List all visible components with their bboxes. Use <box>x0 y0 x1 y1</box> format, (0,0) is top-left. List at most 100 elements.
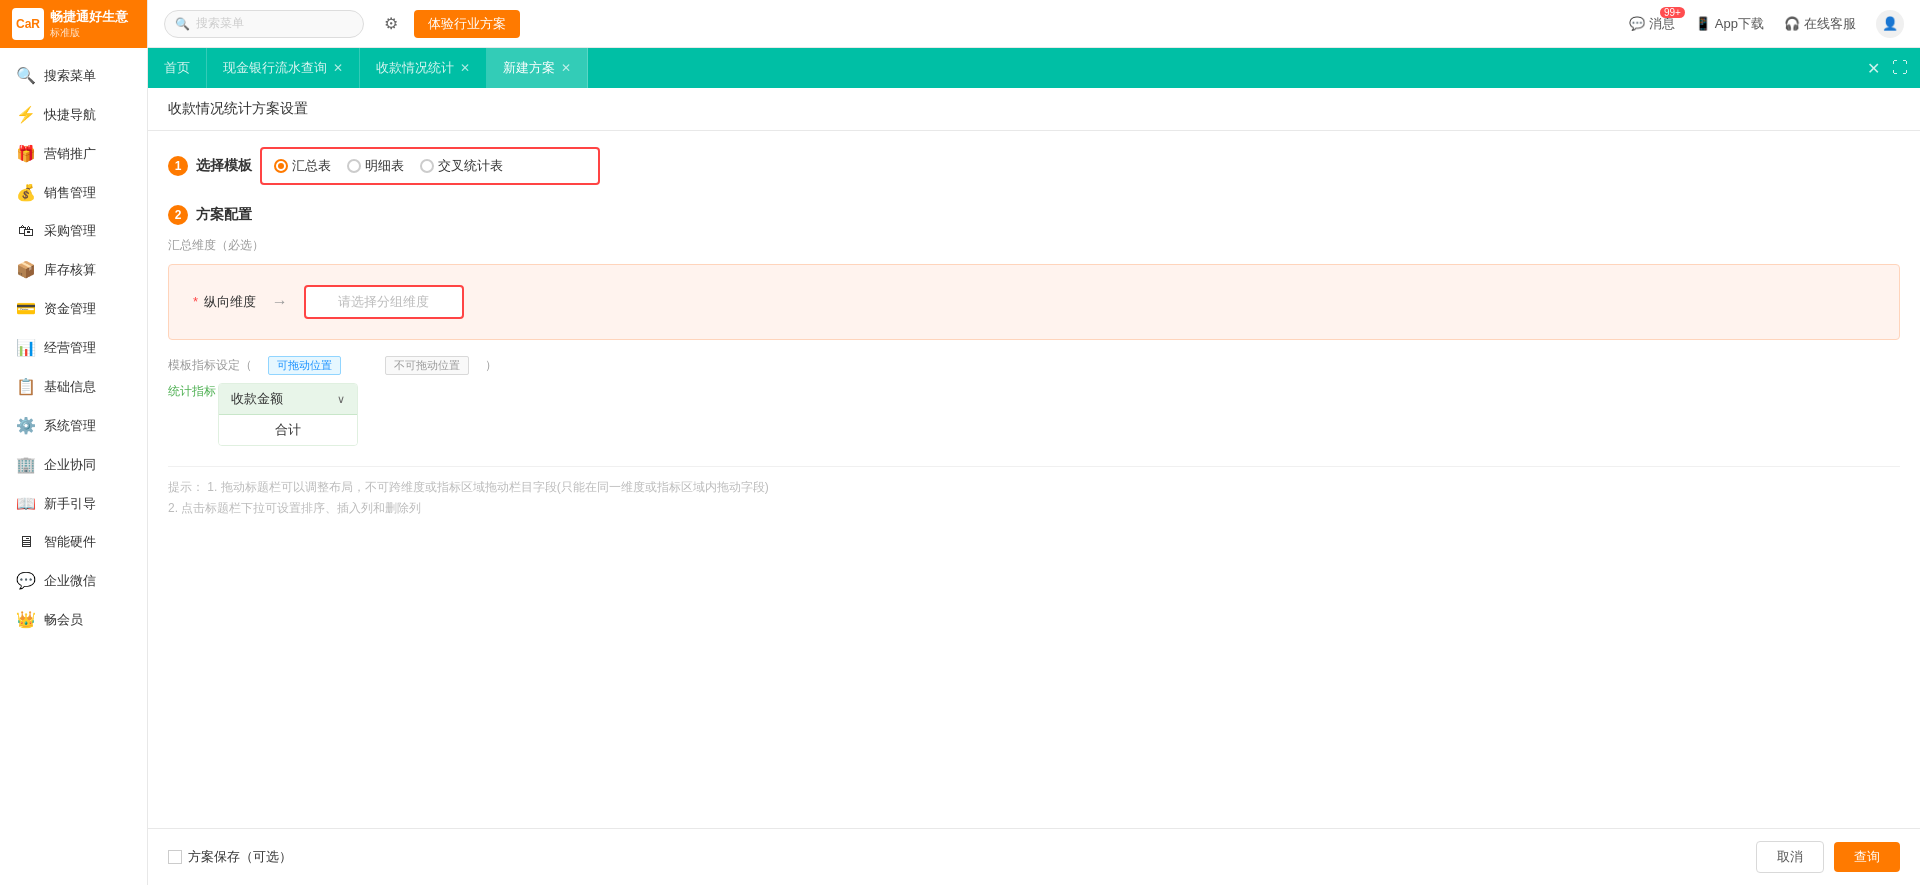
tab-new-plan[interactable]: 新建方案 ✕ <box>487 48 588 88</box>
settings-icon[interactable]: ⚙ <box>384 14 398 33</box>
sidebar-nav: 🔍 搜索菜单 ⚡ 快捷导航 🎁 营销推广 💰 销售管理 🛍 采购管理 📦 库存核… <box>0 48 147 885</box>
tab-collection-stat[interactable]: 收款情况统计 ✕ <box>360 48 487 88</box>
radio-cross-label: 交叉统计表 <box>438 157 503 175</box>
trial-button[interactable]: 体验行业方案 <box>414 10 520 38</box>
sidebar-item-purchase[interactable]: 🛍 采购管理 <box>0 212 147 250</box>
template-select-area: 汇总表 明细表 交叉统计表 <box>260 147 600 185</box>
sidebar-item-label: 新手引导 <box>44 495 96 513</box>
save-option[interactable]: 方案保存（可选） <box>168 848 292 866</box>
step1-number: 1 <box>168 156 188 176</box>
step2-number: 2 <box>168 205 188 225</box>
sidebar-item-corp-collab[interactable]: 🏢 企业协同 <box>0 445 147 484</box>
sidebar-item-label: 库存核算 <box>44 261 96 279</box>
book-icon: 📖 <box>16 494 36 513</box>
content-area: 收款情况统计方案设置 1 选择模板 汇总表 明细表 <box>148 88 1920 885</box>
tab-new-plan-close[interactable]: ✕ <box>561 61 571 75</box>
sidebar-item-operations[interactable]: 📊 经营管理 <box>0 328 147 367</box>
metrics-setting-label: 模板指标设定（ <box>168 357 252 374</box>
download-button[interactable]: 📱 App下载 <box>1695 15 1764 33</box>
metrics-body: 合计 <box>219 415 357 445</box>
close-tab-icon[interactable]: ✕ <box>1863 55 1884 82</box>
metrics-label-sep <box>357 357 369 374</box>
message-button[interactable]: 💬 消息 99+ <box>1629 15 1675 33</box>
download-icon: 📱 <box>1695 16 1711 31</box>
metrics-total: 合计 <box>275 422 301 437</box>
required-mark: * <box>193 294 198 309</box>
sidebar-item-label: 基础信息 <box>44 378 96 396</box>
building-icon: 🏢 <box>16 455 36 474</box>
sidebar-item-basic-info[interactable]: 📋 基础信息 <box>0 367 147 406</box>
sidebar-item-corp-wechat[interactable]: 💬 企业微信 <box>0 561 147 600</box>
sidebar-item-label: 畅会员 <box>44 611 83 629</box>
save-checkbox[interactable] <box>168 850 182 864</box>
step2-section: 2 方案配置 汇总维度（必选） * 纵向维度 → <box>168 205 1900 517</box>
step1-header: 1 选择模板 汇总表 明细表 交叉统计表 <box>168 147 1900 185</box>
metrics-header[interactable]: 收款金额 ∨ <box>219 384 357 415</box>
radio-cross[interactable]: 交叉统计表 <box>420 157 503 175</box>
sidebar-item-label: 资金管理 <box>44 300 96 318</box>
tab-bank-label: 现金银行流水查询 <box>223 59 327 77</box>
user-icon: 👤 <box>1882 16 1898 31</box>
card-icon: 💳 <box>16 299 36 318</box>
sidebar-item-member[interactable]: 👑 畅会员 <box>0 600 147 639</box>
config-section: 汇总维度（必选） * 纵向维度 → 请选择分组维度 <box>168 237 1900 517</box>
money-icon: 💰 <box>16 183 36 202</box>
tab-collection-label: 收款情况统计 <box>376 59 454 77</box>
radio-detail-label: 明细表 <box>365 157 404 175</box>
sidebar-item-smart-hw[interactable]: 🖥 智能硬件 <box>0 523 147 561</box>
dimension-row: * 纵向维度 → 请选择分组维度 <box>193 285 1875 319</box>
topbar-right: 💬 消息 99+ 📱 App下载 🎧 在线客服 👤 <box>1629 10 1904 38</box>
tab-collection-close[interactable]: ✕ <box>460 61 470 75</box>
tips-section: 提示： 1. 拖动标题栏可以调整布局，不可跨维度或指标区域拖动栏目字段(只能在同… <box>168 466 1900 517</box>
radio-detail-dot <box>347 159 361 173</box>
dimension-selector[interactable]: 请选择分组维度 <box>304 285 464 319</box>
sidebar-item-marketing[interactable]: 🎁 营销推广 <box>0 134 147 173</box>
sidebar-item-finance[interactable]: 💳 资金管理 <box>0 289 147 328</box>
radio-detail[interactable]: 明细表 <box>347 157 404 175</box>
sidebar-item-guide[interactable]: 📖 新手引导 <box>0 484 147 523</box>
sidebar-item-quick-nav[interactable]: ⚡ 快捷导航 <box>0 95 147 134</box>
sidebar-item-label: 系统管理 <box>44 417 96 435</box>
radio-summary[interactable]: 汇总表 <box>274 157 331 175</box>
sidebar-item-label: 采购管理 <box>44 222 96 240</box>
expand-icon[interactable]: ⛶ <box>1888 55 1912 81</box>
service-label: 在线客服 <box>1804 15 1856 33</box>
tab-home[interactable]: 首页 <box>148 48 207 88</box>
box-icon: 📦 <box>16 260 36 279</box>
metrics-section: 模板指标设定（ 可拖动位置 不可拖动位置 ） 统计指标 <box>168 356 1900 446</box>
chevron-down-icon[interactable]: ∨ <box>337 393 345 406</box>
tab-home-label: 首页 <box>164 59 190 77</box>
search-menu-input[interactable]: 🔍 搜索菜单 <box>164 10 364 38</box>
bottom-bar: 方案保存（可选） 取消 查询 <box>148 828 1920 885</box>
headset-icon: 🎧 <box>1784 16 1800 31</box>
sidebar-item-system[interactable]: ⚙️ 系统管理 <box>0 406 147 445</box>
dimension-subtitle: 汇总维度（必选） <box>168 237 1900 254</box>
query-button[interactable]: 查询 <box>1834 842 1900 872</box>
metrics-col-header: 收款金额 <box>231 390 283 408</box>
form-area: 1 选择模板 汇总表 明细表 交叉统计表 <box>148 131 1920 828</box>
dimension-area: * 纵向维度 → 请选择分组维度 <box>168 264 1900 340</box>
monitor-icon: 🖥 <box>16 533 36 551</box>
message-badge: 99+ <box>1660 7 1685 18</box>
tabbar: 首页 现金银行流水查询 ✕ 收款情况统计 ✕ 新建方案 ✕ ✕ ⛶ <box>148 48 1920 88</box>
sidebar-item-inventory[interactable]: 📦 库存核算 <box>0 250 147 289</box>
cancel-button[interactable]: 取消 <box>1756 841 1824 873</box>
topbar: 🔍 搜索菜单 ⚙ 体验行业方案 💬 消息 99+ 📱 App下载 🎧 在线客服 … <box>148 0 1920 48</box>
clipboard-icon: 📋 <box>16 377 36 396</box>
search-placeholder: 搜索菜单 <box>196 15 244 32</box>
app-edition: 标准版 <box>50 26 128 40</box>
fixed-tag: 不可拖动位置 <box>385 356 469 375</box>
download-label: App下载 <box>1715 15 1764 33</box>
radio-summary-label: 汇总表 <box>292 157 331 175</box>
flash-icon: ⚡ <box>16 105 36 124</box>
tab-bank[interactable]: 现金银行流水查询 ✕ <box>207 48 360 88</box>
draggable-tag: 可拖动位置 <box>268 356 341 375</box>
service-button[interactable]: 🎧 在线客服 <box>1784 15 1856 33</box>
app-name: 畅捷通好生意 <box>50 8 128 26</box>
sidebar-item-search[interactable]: 🔍 搜索菜单 <box>0 56 147 95</box>
tab-bank-close[interactable]: ✕ <box>333 61 343 75</box>
arrow-icon: → <box>272 293 288 311</box>
sidebar-item-sales[interactable]: 💰 销售管理 <box>0 173 147 212</box>
user-avatar[interactable]: 👤 <box>1876 10 1904 38</box>
step1-title: 选择模板 <box>196 157 252 175</box>
